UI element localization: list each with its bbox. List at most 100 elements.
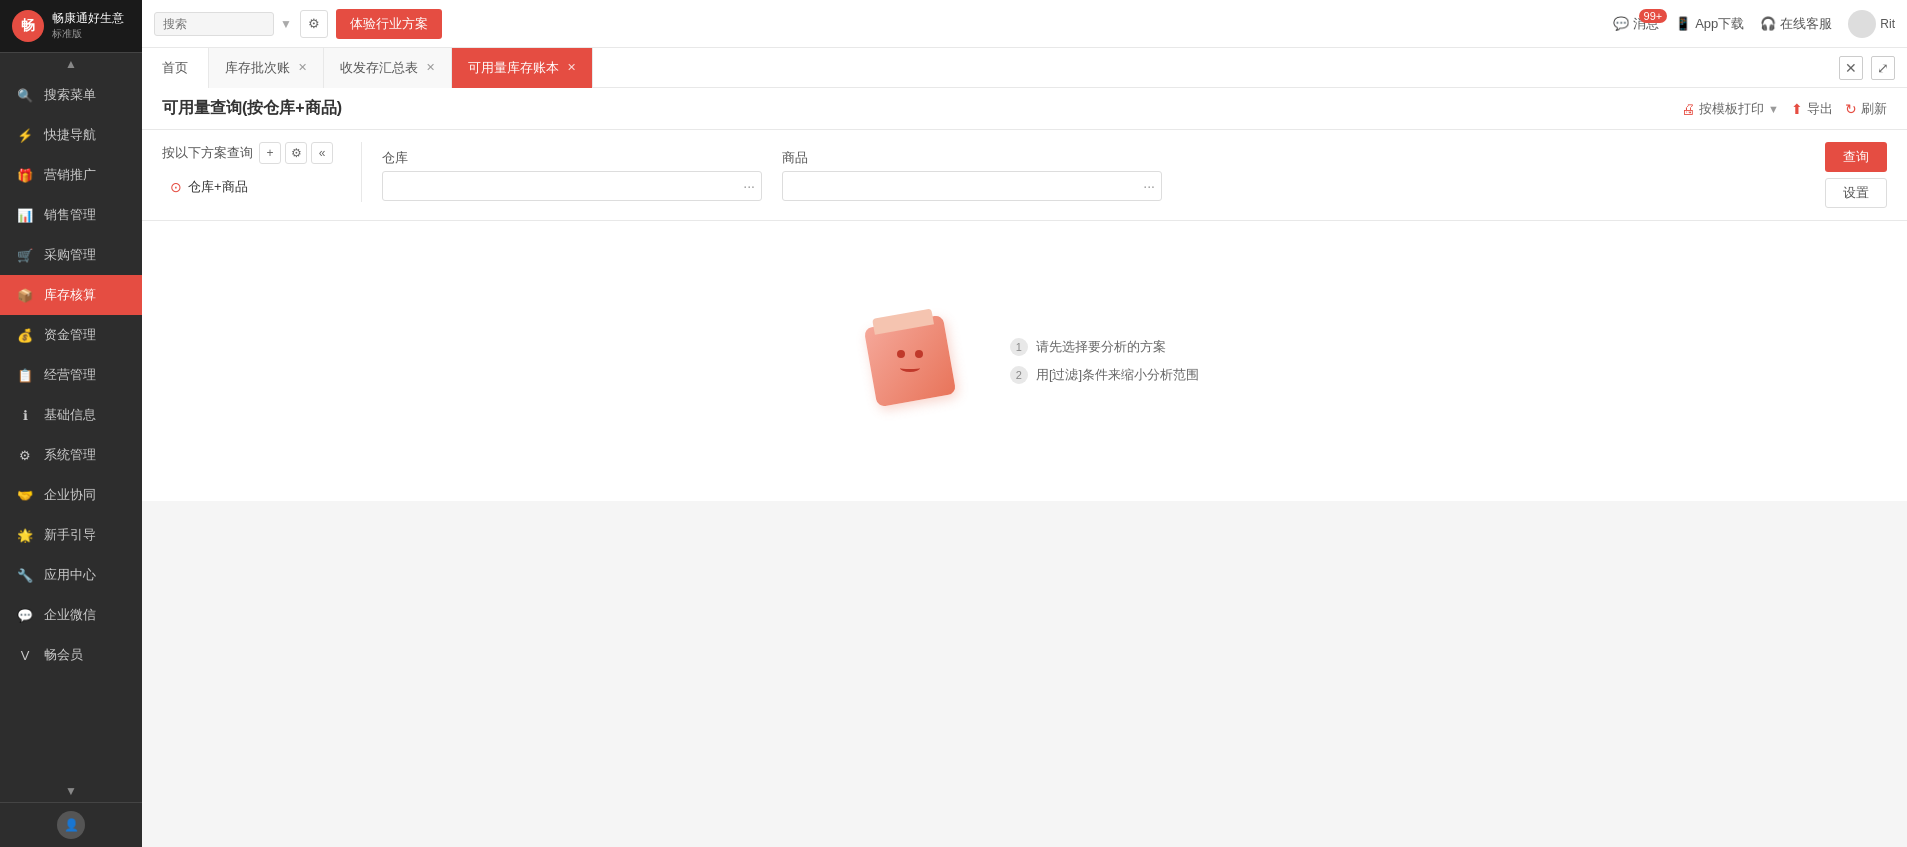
filter-panel: 按以下方案查询 + ⚙ « ⊙ 仓库+商品 仓库 (142, 130, 1907, 221)
sidebar-label-member: 畅会员 (44, 646, 83, 664)
maximize-window-button[interactable]: ⤢ (1871, 56, 1895, 80)
scheme-label: 仓库+商品 (188, 178, 248, 196)
goods-filter-field: 商品 ··· (782, 149, 1162, 201)
warehouse-input[interactable] (383, 179, 737, 194)
search-dropdown-icon[interactable]: ▼ (280, 17, 292, 31)
username-label: Rit (1880, 17, 1895, 31)
tab-available[interactable]: 可用量库存账本 ✕ (452, 48, 593, 88)
sidebar-label-shortcut: 快捷导航 (44, 126, 96, 144)
sidebar-item-cooperation[interactable]: 🤝 企业协同 (0, 475, 142, 515)
trial-industry-button[interactable]: 体验行业方案 (336, 9, 442, 39)
page-title: 可用量查询(按仓库+商品) (162, 98, 342, 119)
sidebar-icon-inventory: 📦 (16, 286, 34, 304)
sidebar-label-appstore: 应用中心 (44, 566, 96, 584)
sidebar-item-operations[interactable]: 📋 经营管理 (0, 355, 142, 395)
empty-state: 1 请先选择要分析的方案 2 用[过滤]条件来缩小分析范围 (142, 221, 1907, 501)
page-header: 可用量查询(按仓库+商品) 🖨 按模板打印 ▼ ⬆ 导出 ↻ 刷新 (142, 88, 1907, 130)
sidebar-label-basic: 基础信息 (44, 406, 96, 424)
user-menu[interactable]: Rit (1848, 10, 1895, 38)
collapse-filter-button[interactable]: « (311, 142, 333, 164)
print-template-label: 按模板打印 (1699, 100, 1764, 118)
step-num-2: 2 (1010, 366, 1028, 384)
sidebar-icon-basic: ℹ (16, 406, 34, 424)
sidebar-icon-appstore: 🔧 (16, 566, 34, 584)
export-label: 导出 (1807, 100, 1833, 118)
sidebar-bottom: 👤 (0, 802, 142, 847)
tab-label-available: 可用量库存账本 (468, 59, 559, 77)
empty-hints: 1 请先选择要分析的方案 2 用[过滤]条件来缩小分析范围 (1010, 338, 1199, 384)
filter-scheme-actions: + ⚙ « (259, 142, 333, 164)
goods-more-button[interactable]: ··· (1137, 178, 1161, 194)
edit-scheme-button[interactable]: ⚙ (285, 142, 307, 164)
empty-box (864, 315, 957, 408)
filter-scheme-panel: 按以下方案查询 + ⚙ « ⊙ 仓库+商品 (162, 142, 362, 202)
refresh-button[interactable]: ↻ 刷新 (1845, 100, 1887, 118)
sidebar-item-search[interactable]: 🔍 搜索菜单 (0, 75, 142, 115)
sidebar-label-system: 系统管理 (44, 446, 96, 464)
close-window-button[interactable]: ✕ (1839, 56, 1863, 80)
settings-button[interactable]: 设置 (1825, 178, 1887, 208)
page-content: 可用量查询(按仓库+商品) 🖨 按模板打印 ▼ ⬆ 导出 ↻ 刷新 (142, 88, 1907, 847)
search-input[interactable] (154, 12, 274, 36)
sidebar-item-inventory[interactable]: 📦 库存核算 (0, 275, 142, 315)
sidebar-item-member[interactable]: V 畅会员 (0, 635, 142, 675)
filter-btn-group: 查询 设置 (1825, 142, 1887, 208)
sidebar-subtitle: 标准版 (52, 27, 124, 41)
tab-close-collect[interactable]: ✕ (426, 61, 435, 74)
sidebar-scroll-down[interactable]: ▼ (0, 780, 142, 802)
tab-home[interactable]: 首页 (142, 48, 209, 88)
sidebar-scroll-up[interactable]: ▲ (0, 53, 142, 75)
sidebar-item-marketing[interactable]: 🎁 营销推广 (0, 155, 142, 195)
print-template-button[interactable]: 🖨 按模板打印 ▼ (1681, 100, 1779, 118)
empty-hint-2-text: 用[过滤]条件来缩小分析范围 (1036, 366, 1199, 384)
messages-button[interactable]: 💬 消息 99+ (1613, 15, 1659, 33)
sidebar-label-search: 搜索菜单 (44, 86, 96, 104)
goods-label: 商品 (782, 149, 1162, 167)
goods-input[interactable] (783, 179, 1137, 194)
sidebar-icon-member: V (16, 646, 34, 664)
tab-batch[interactable]: 库存批次账✕ (209, 48, 324, 88)
sidebar-logo: 畅 (12, 10, 44, 42)
sidebar-icon-newuser: 🌟 (16, 526, 34, 544)
sidebar-nav: 🔍 搜索菜单 ⚡ 快捷导航 🎁 营销推广 📊 销售管理 🛒 采购管理 📦 库存核… (0, 75, 142, 780)
app-download-button[interactable]: 📱 App下载 (1675, 15, 1744, 33)
sidebar-item-finance[interactable]: 💰 资金管理 (0, 315, 142, 355)
scheme-item-warehouse-goods[interactable]: ⊙ 仓库+商品 (162, 172, 345, 202)
sidebar-icon-wechat: 💬 (16, 606, 34, 624)
main-content: ▼ ⚙ 体验行业方案 💬 消息 99+ 📱 App下载 🎧 在线客服 Rit (142, 0, 1907, 847)
topbar-search-area: ▼ (154, 12, 292, 36)
warehouse-more-button[interactable]: ··· (737, 178, 761, 194)
add-scheme-button[interactable]: + (259, 142, 281, 164)
app-icon: 📱 (1675, 16, 1691, 31)
sidebar-icon-search: 🔍 (16, 86, 34, 104)
warehouse-filter-field: 仓库 ··· (382, 149, 762, 201)
user-avatar (1848, 10, 1876, 38)
sidebar-item-purchase[interactable]: 🛒 采购管理 (0, 235, 142, 275)
window-controls: ✕ ⤢ (1827, 48, 1907, 88)
query-button[interactable]: 查询 (1825, 142, 1887, 172)
sidebar-item-wechat[interactable]: 💬 企业微信 (0, 595, 142, 635)
settings-gear-icon[interactable]: ⚙ (300, 10, 328, 38)
sidebar-item-sales[interactable]: 📊 销售管理 (0, 195, 142, 235)
tab-close-batch[interactable]: ✕ (298, 61, 307, 74)
messages-badge: 99+ (1639, 9, 1668, 23)
tab-close-available[interactable]: ✕ (567, 61, 576, 74)
sidebar-item-newuser[interactable]: 🌟 新手引导 (0, 515, 142, 555)
print-dropdown-icon[interactable]: ▼ (1768, 103, 1779, 115)
goods-input-wrap: ··· (782, 171, 1162, 201)
sidebar-avatar[interactable]: 👤 (57, 811, 85, 839)
empty-box-face (897, 350, 923, 372)
warehouse-label: 仓库 (382, 149, 762, 167)
sidebar-icon-shortcut: ⚡ (16, 126, 34, 144)
export-button[interactable]: ⬆ 导出 (1791, 100, 1833, 118)
sidebar-item-system[interactable]: ⚙ 系统管理 (0, 435, 142, 475)
sidebar-item-appstore[interactable]: 🔧 应用中心 (0, 555, 142, 595)
online-service-button[interactable]: 🎧 在线客服 (1760, 15, 1832, 33)
tab-collect[interactable]: 收发存汇总表✕ (324, 48, 452, 88)
topbar: ▼ ⚙ 体验行业方案 💬 消息 99+ 📱 App下载 🎧 在线客服 Rit (142, 0, 1907, 48)
sidebar-icon-purchase: 🛒 (16, 246, 34, 264)
sidebar-item-shortcut[interactable]: ⚡ 快捷导航 (0, 115, 142, 155)
sidebar-label-finance: 资金管理 (44, 326, 96, 344)
sidebar-icon-sales: 📊 (16, 206, 34, 224)
sidebar-item-basic[interactable]: ℹ 基础信息 (0, 395, 142, 435)
